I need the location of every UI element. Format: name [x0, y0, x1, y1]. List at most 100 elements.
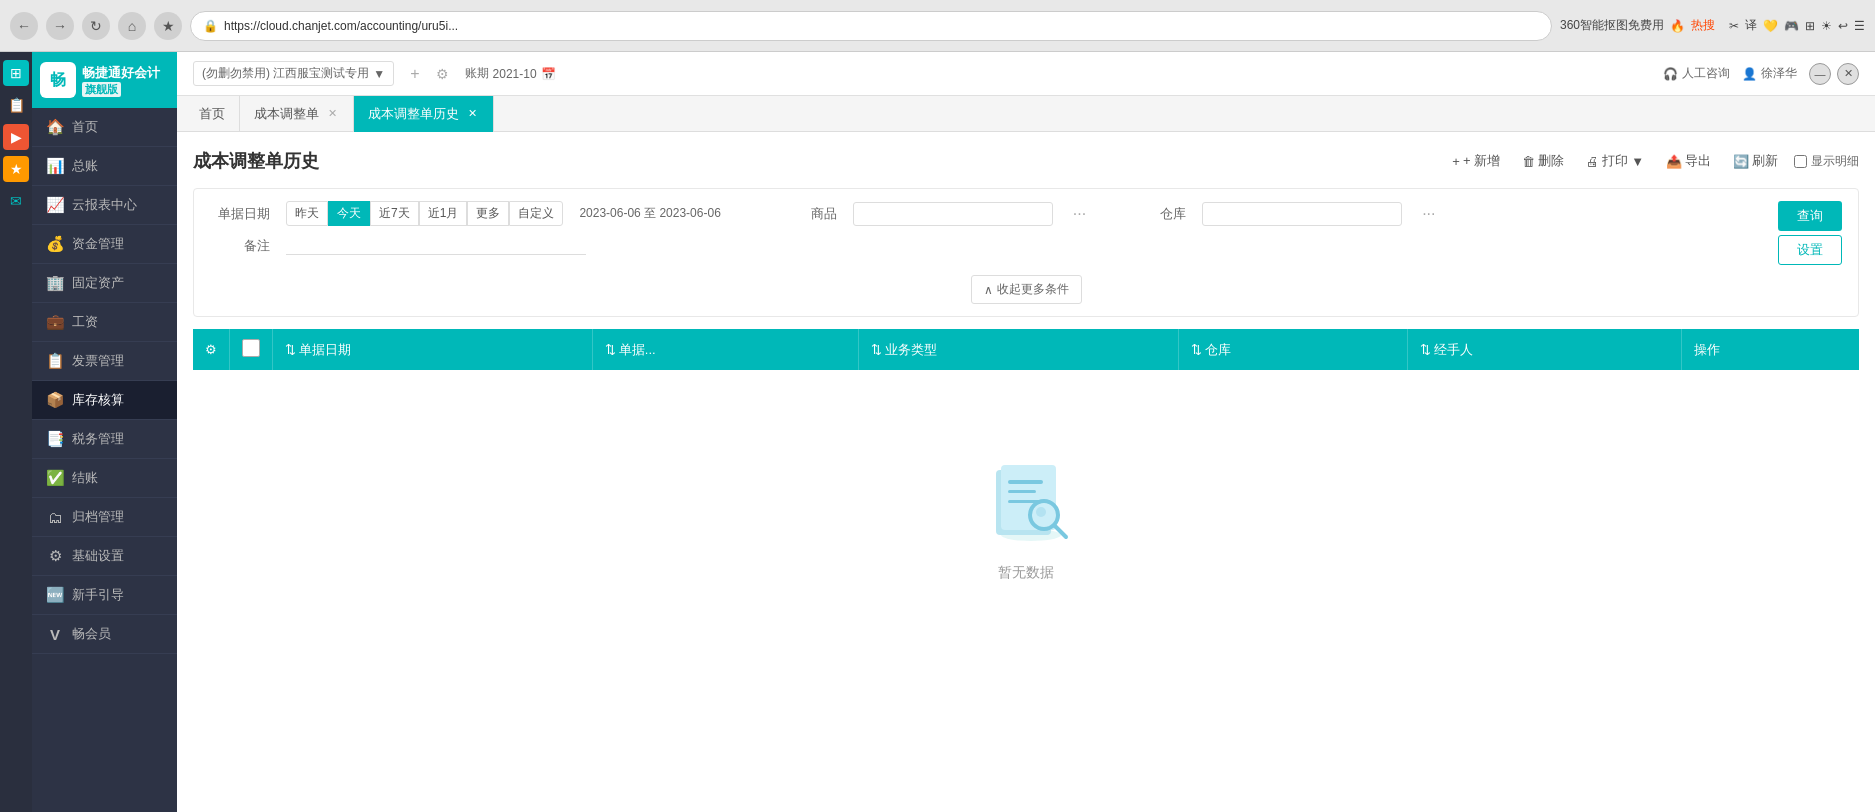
bookmark-button[interactable]: ★ [154, 12, 182, 40]
date-tab-yesterday[interactable]: 昨天 [286, 201, 328, 226]
sidebar-item-ledger[interactable]: 📊 总账 [32, 147, 177, 186]
print-button[interactable]: 🖨 打印 ▼ [1580, 148, 1650, 174]
date-filter-label: 单据日期 [210, 205, 270, 223]
goods-filter-label: 商品 [777, 205, 837, 223]
export-label: 导出 [1685, 152, 1711, 170]
invoice-icon: 📋 [46, 352, 64, 370]
th-checkbox[interactable] [230, 329, 273, 370]
collapse-button[interactable]: ∧ 收起更多条件 [971, 275, 1082, 304]
sidebar-label-member: 畅会员 [72, 625, 111, 643]
theme-tool[interactable]: ☀ [1821, 19, 1832, 33]
export-button[interactable]: 📤 导出 [1660, 148, 1717, 174]
show-cols-checkbox-area[interactable]: 显示明细 [1794, 153, 1859, 170]
goods-more-button[interactable]: ··· [1069, 205, 1090, 223]
empty-icon [976, 450, 1076, 550]
export-icon: 📤 [1666, 154, 1682, 169]
sidebar-logo: 畅 畅捷通好会计 旗舰版 [32, 52, 177, 108]
warehouse-filter-input[interactable] [1202, 202, 1402, 226]
sidebar-item-funds[interactable]: 💰 资金管理 [32, 225, 177, 264]
page-title: 成本调整单历史 [193, 149, 319, 173]
th-handler[interactable]: ⇅ 经手人 [1407, 329, 1681, 370]
strip-item-4[interactable]: ★ [3, 156, 29, 182]
refresh-browser-button[interactable]: ↻ [82, 12, 110, 40]
tab-cost-adjust-close[interactable]: ✕ [325, 107, 339, 121]
grid-tool[interactable]: ⊞ [1805, 19, 1815, 33]
sidebar-item-inventory[interactable]: 📦 库存核算 [32, 381, 177, 420]
strip-item-2[interactable]: 📋 [3, 92, 29, 118]
home-browser-button[interactable]: ⌂ [118, 12, 146, 40]
ledger-icon: 📊 [46, 157, 64, 175]
sidebar-item-closing[interactable]: ✅ 结账 [32, 459, 177, 498]
main-content: (勿删勿禁用) 江西服宝测试专用 ▼ + ⚙ 账期 2021-10 📅 🎧 人工… [177, 52, 1875, 812]
tab-cost-adjust-history[interactable]: 成本调整单历史 ✕ [354, 96, 494, 132]
date-tab-today[interactable]: 今天 [328, 201, 370, 226]
company-selector[interactable]: (勿删勿禁用) 江西服宝测试专用 ▼ [193, 61, 394, 86]
sidebar-item-member[interactable]: V 畅会员 [32, 615, 177, 654]
sort-icon-biztype: ⇅ [871, 342, 882, 357]
remark-input[interactable] [286, 236, 586, 255]
date-range-display: 2023-06-06 至 2023-06-06 [579, 205, 720, 222]
goods-filter-input[interactable] [853, 202, 1053, 226]
tab-cost-adjust[interactable]: 成本调整单 ✕ [240, 96, 354, 132]
service-area[interactable]: 🎧 人工咨询 [1663, 65, 1730, 82]
set-button[interactable]: 设置 [1778, 235, 1842, 265]
remark-row: 备注 [210, 236, 1778, 255]
add-company-btn[interactable]: + [410, 65, 419, 83]
delete-button[interactable]: 🗑 删除 [1516, 148, 1570, 174]
strip-item-3[interactable]: ▶ [3, 124, 29, 150]
sort-icon-docno: ⇅ [605, 342, 616, 357]
th-settings[interactable]: ⚙ [193, 329, 230, 370]
sidebar-item-assets[interactable]: 🏢 固定资产 [32, 264, 177, 303]
sidebar-label-inventory: 库存核算 [72, 391, 124, 409]
game-tool[interactable]: 🎮 [1784, 19, 1799, 33]
sidebar-item-home[interactable]: 🏠 首页 [32, 108, 177, 147]
back-button[interactable]: ← [10, 12, 38, 40]
add-button[interactable]: + + 新增 [1446, 148, 1506, 174]
period-label: 账期 [465, 65, 489, 82]
sidebar-item-payroll[interactable]: 💼 工资 [32, 303, 177, 342]
sidebar-label-payroll: 工资 [72, 313, 98, 331]
filter-date-row: 单据日期 昨天 今天 近7天 [210, 201, 1778, 226]
sidebar-item-tax[interactable]: 📑 税务管理 [32, 420, 177, 459]
date-tab-1month[interactable]: 近1月 [419, 201, 468, 226]
minimize-button[interactable]: — [1809, 63, 1831, 85]
query-button[interactable]: 查询 [1778, 201, 1842, 231]
add-label: + 新增 [1463, 152, 1500, 170]
undo-tool[interactable]: ↩ [1838, 19, 1848, 33]
strip-item-5[interactable]: ✉ [3, 188, 29, 214]
th-warehouse[interactable]: ⇅ 仓库 [1179, 329, 1407, 370]
home-icon: 🏠 [46, 118, 64, 136]
warehouse-more-button[interactable]: ··· [1418, 205, 1439, 223]
translate-tool[interactable]: 译 [1745, 17, 1757, 34]
sidebar-item-invoice[interactable]: 📋 发票管理 [32, 342, 177, 381]
scissors-tool[interactable]: ✂ [1729, 19, 1739, 33]
th-biztype[interactable]: ⇅ 业务类型 [859, 329, 1179, 370]
sidebar-item-settings[interactable]: ⚙ 基础设置 [32, 537, 177, 576]
tab-cost-adjust-history-close[interactable]: ✕ [465, 107, 479, 121]
date-tab-custom[interactable]: 自定义 [509, 201, 563, 226]
sidebar-item-guide[interactable]: 🆕 新手引导 [32, 576, 177, 615]
sidebar-item-archive[interactable]: 🗂 归档管理 [32, 498, 177, 537]
date-tab-7days[interactable]: 近7天 [370, 201, 419, 226]
wallet-tool[interactable]: 💛 [1763, 19, 1778, 33]
menu-tool[interactable]: ☰ [1854, 19, 1865, 33]
header-checkbox[interactable] [242, 339, 260, 357]
strip-item-main[interactable]: ⊞ [3, 60, 29, 86]
svg-rect-2 [1001, 465, 1056, 530]
tab-home[interactable]: 首页 [185, 96, 240, 132]
close-window-button[interactable]: ✕ [1837, 63, 1859, 85]
refresh-button[interactable]: 🔄 刷新 [1727, 148, 1784, 174]
th-date[interactable]: ⇅ 单据日期 [273, 329, 593, 370]
address-bar[interactable]: 🔒 https://cloud.chanjet.com/accounting/u… [190, 11, 1552, 41]
sidebar-label-tax: 税务管理 [72, 430, 124, 448]
forward-button[interactable]: → [46, 12, 74, 40]
browser-tools: 360智能抠图免费用 🔥 热搜 ✂ 译 💛 🎮 ⊞ ☀ ↩ ☰ [1560, 17, 1865, 34]
show-cols-checkbox[interactable] [1794, 155, 1807, 168]
sidebar: 畅 畅捷通好会计 旗舰版 🏠 首页 📊 总账 📈 云报表中心 💰 资金管理 [32, 52, 177, 812]
sidebar-item-reports[interactable]: 📈 云报表中心 [32, 186, 177, 225]
user-area[interactable]: 👤 徐泽华 [1742, 65, 1797, 82]
date-tab-more[interactable]: 更多 [467, 201, 509, 226]
th-docno[interactable]: ⇅ 单据... [592, 329, 859, 370]
reports-icon: 📈 [46, 196, 64, 214]
settings-gear-icon[interactable]: ⚙ [436, 66, 449, 82]
